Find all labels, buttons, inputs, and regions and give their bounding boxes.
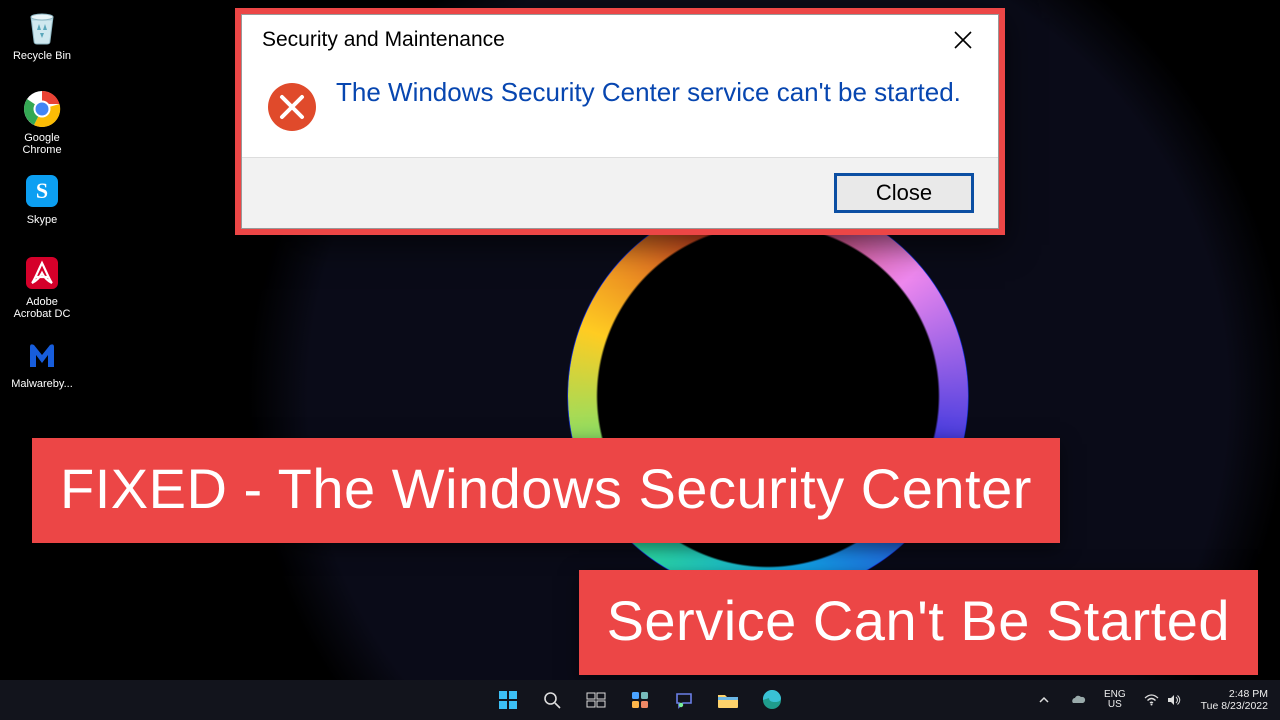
clock-time: 2:48 PM [1201,688,1268,700]
recycle-bin-icon [21,6,63,48]
desktop-icon-recycle-bin[interactable]: Recycle Bin [4,2,80,84]
svg-text:S: S [36,178,48,203]
chevron-up-icon [1038,694,1050,706]
windows-logo-icon [498,690,518,710]
taskbar-right: ENG US 2:48 PM Tue 8/23/2022 [1030,680,1280,720]
wifi-icon [1144,694,1159,706]
dialog-highlight-border: Security and Maintenance The Windows Sec… [235,8,1005,235]
file-explorer-icon [717,691,739,709]
desktop-icon-skype[interactable]: S Skype [4,166,80,248]
taskbar-chat-button[interactable] [664,680,704,720]
edge-icon [762,690,782,710]
close-icon [952,29,974,51]
desktop-icon-google-chrome[interactable]: Google Chrome [4,84,80,166]
security-maintenance-dialog: Security and Maintenance The Windows Sec… [241,14,999,229]
tray-icons [1064,694,1092,706]
system-tray[interactable] [1138,694,1187,706]
task-view-icon [586,692,606,708]
dialog-title: Security and Maintenance [262,28,505,52]
taskbar-search-button[interactable] [532,680,572,720]
dialog-footer: Close [242,158,998,228]
desktop-icon-label: Adobe Acrobat DC [6,296,78,320]
desktop-icon-label: Skype [27,214,58,226]
dialog-body: The Windows Security Center service can'… [242,65,998,157]
error-icon [266,81,318,133]
desktop-icon-adobe-acrobat[interactable]: Adobe Acrobat DC [4,248,80,330]
desktop-icon-label: Malwareby... [11,378,73,390]
lang-bottom: US [1104,700,1126,710]
desktop-icon-label: Recycle Bin [13,50,71,62]
volume-icon [1167,694,1181,706]
language-indicator[interactable]: ENG US [1098,690,1132,710]
clock-date: Tue 8/23/2022 [1201,700,1268,712]
desktop-icon-malwarebytes[interactable]: Malwareby... [4,330,80,412]
taskbar-center [488,680,792,720]
malwarebytes-icon [21,334,63,376]
taskbar-clock[interactable]: 2:48 PM Tue 8/23/2022 [1193,688,1276,712]
search-icon [543,691,561,709]
desktop-icons-column: Recycle Bin Google Chrome S Skype [4,2,80,412]
start-button[interactable] [488,680,528,720]
tray-overflow-button[interactable] [1030,680,1058,720]
onedrive-icon[interactable] [1070,694,1086,706]
chat-icon [674,690,694,710]
skype-icon: S [21,170,63,212]
dialog-message: The Windows Security Center service can'… [318,75,971,110]
widgets-icon [630,690,650,710]
taskbar-edge-button[interactable] [752,680,792,720]
overlay-caption-line1: FIXED - The Windows Security Center [32,438,1060,543]
taskbar-explorer-button[interactable] [708,680,748,720]
titlebar-close-button[interactable] [940,20,986,60]
taskbar-widgets-button[interactable] [620,680,660,720]
taskbar: ENG US 2:48 PM Tue 8/23/2022 [0,680,1280,720]
taskbar-task-view-button[interactable] [576,680,616,720]
close-button[interactable]: Close [834,173,974,213]
acrobat-icon [21,252,63,294]
overlay-caption-line2: Service Can't Be Started [579,570,1258,675]
desktop-icon-label: Google Chrome [6,132,78,156]
dialog-titlebar[interactable]: Security and Maintenance [242,15,998,65]
chrome-icon [21,88,63,130]
